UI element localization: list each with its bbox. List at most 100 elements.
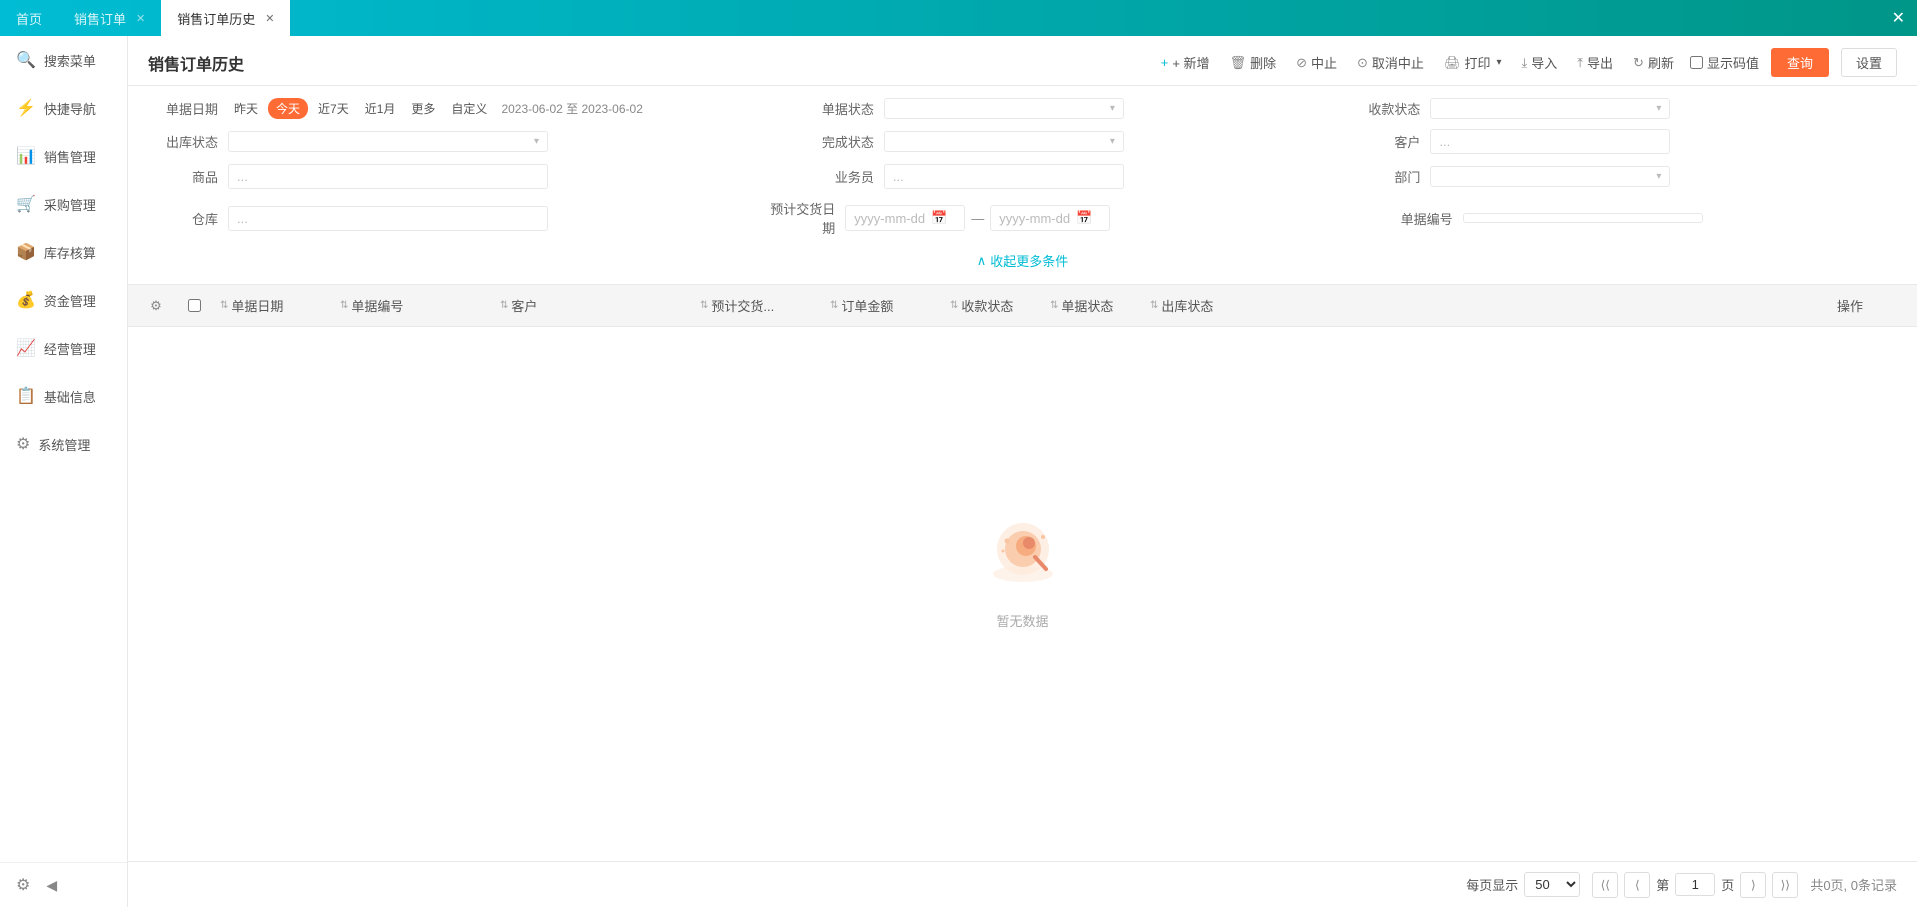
product-ellipsis: ... (237, 169, 248, 184)
th-doc-no[interactable]: ⇅ 单据编号 (332, 296, 492, 315)
delivery-date-label: 预计交货日期 (765, 199, 845, 237)
display-columns-checkbox[interactable] (1690, 56, 1703, 69)
out-status-select[interactable]: ▾ (228, 131, 548, 152)
date-tab-1month[interactable]: 近1月 (359, 98, 402, 119)
sidebar-item-system[interactable]: ⚙ 系统管理 (0, 420, 127, 468)
complete-status-arrow-icon: ▾ (1110, 136, 1115, 147)
delete-icon: 🗑 (1230, 55, 1247, 71)
filter-row-4: 仓库 ... 预计交货日期 yyyy-mm-dd 📅 — yyyy-mm-dd … (148, 199, 1897, 237)
import-label: 导入 (1531, 53, 1557, 72)
last-page-button[interactable]: ⟩⟩ (1772, 872, 1798, 898)
sidebar-item-capital[interactable]: 💰 资金管理 (0, 276, 127, 324)
page-size-label: 每页显示 (1466, 875, 1518, 894)
th-check[interactable] (176, 299, 212, 312)
th-out-status[interactable]: ⇅ 出库状态 (1142, 296, 1829, 315)
doc-no-input[interactable] (1463, 213, 1703, 223)
sidebar-item-operation[interactable]: 📈 经营管理 (0, 324, 127, 372)
product-input[interactable]: ... (228, 164, 548, 189)
receipt-status-select[interactable]: ▾ (1430, 98, 1670, 119)
prev-page-button[interactable]: ⟨ (1624, 872, 1650, 898)
tab-home[interactable]: 首页 (0, 0, 58, 36)
collapse-bar[interactable]: ∧ 收起更多条件 (148, 247, 1897, 272)
sidebar-item-basic-label: 基础信息 (44, 387, 96, 406)
tab-sales-order[interactable]: 销售订单 ✕ (58, 0, 161, 36)
department-arrow-icon: ▾ (1656, 171, 1661, 182)
filter-receipt-status-section: 收款状态 ▾ (1350, 98, 1897, 119)
sidebar-item-sales[interactable]: 📊 销售管理 (0, 132, 127, 180)
print-button[interactable]: 🖨 打印 (1440, 51, 1506, 74)
select-all-checkbox[interactable] (188, 299, 201, 312)
setting-button[interactable]: 设置 (1841, 48, 1897, 77)
th-doc-date-label: 单据日期 (231, 296, 283, 315)
sidebar-item-inventory[interactable]: 📦 库存核算 (0, 228, 127, 276)
delivery-date-to-input[interactable]: yyyy-mm-dd 📅 (990, 205, 1110, 231)
cancel-stop-icon: ⊙ (1357, 55, 1368, 71)
tab-sales-order-close[interactable]: ✕ (136, 12, 145, 25)
page-size-select[interactable]: 10 20 50 100 (1524, 872, 1580, 897)
th-customer[interactable]: ⇅ 客户 (492, 296, 692, 315)
query-button[interactable]: 查询 (1771, 48, 1829, 77)
import-button[interactable]: ⤓ 导入 (1518, 51, 1562, 74)
date-separator: — (971, 211, 984, 226)
complete-status-select[interactable]: ▾ (884, 131, 1124, 152)
window-close-icon[interactable]: ✕ (1892, 8, 1905, 28)
cancel-stop-button[interactable]: ⊙ 取消中止 (1353, 51, 1428, 74)
refresh-button[interactable]: ↻ 刷新 (1629, 51, 1678, 74)
first-page-button[interactable]: ⟨⟨ (1592, 872, 1618, 898)
calendar-to-icon[interactable]: 📅 (1076, 210, 1092, 226)
sidebar-item-capital-label: 资金管理 (44, 291, 96, 310)
page-number-input[interactable] (1675, 873, 1715, 896)
sidebar-item-purchase-label: 采购管理 (44, 195, 96, 214)
date-tab-7days[interactable]: 近7天 (312, 98, 355, 119)
th-doc-status[interactable]: ⇅ 单据状态 (1042, 296, 1142, 315)
salesperson-input[interactable]: ... (884, 164, 1124, 189)
sidebar-item-operation-label: 经营管理 (44, 339, 96, 358)
filter-doc-no-section: 单据编号 (1383, 209, 1897, 228)
sort-icon-outstatus: ⇅ (1150, 300, 1158, 311)
th-settings[interactable]: ⚙ (136, 298, 176, 314)
export-button[interactable]: ⤒ 导出 (1573, 51, 1617, 74)
stop-button[interactable]: ⊘ 中止 (1292, 51, 1341, 74)
operation-icon: 📈 (16, 338, 36, 358)
tab-sales-order-history-close[interactable]: ✕ (265, 12, 274, 25)
date-tab-custom[interactable]: 自定义 (445, 98, 493, 119)
sidebar-item-quick-nav[interactable]: ⚡ 快捷导航 (0, 84, 127, 132)
sidebar-item-inventory-label: 库存核算 (44, 243, 96, 262)
date-tab-more[interactable]: 更多 (405, 98, 441, 119)
doc-status-select[interactable]: ▾ (884, 98, 1124, 119)
sidebar-collapse-icon[interactable]: ◀ (46, 877, 57, 894)
cancel-stop-label: 取消中止 (1372, 53, 1424, 72)
content-area: 销售订单历史 + + 新增 🗑 删除 ⊘ 中止 ⊙ 取消中止 (128, 36, 1917, 907)
date-range-text: 2023-06-02 至 2023-06-02 (501, 100, 642, 117)
sort-icon-left: ⇅ (220, 300, 228, 311)
calendar-from-icon[interactable]: 📅 (931, 210, 947, 226)
filter-warehouse-section: 仓库 ... (148, 206, 765, 231)
tab-sales-order-history[interactable]: 销售订单历史 ✕ (161, 0, 290, 36)
warehouse-input[interactable]: ... (228, 206, 548, 231)
filter-row-3: 商品 ... 业务员 ... 部门 ▾ (148, 164, 1897, 189)
sidebar-item-purchase[interactable]: 🛒 采购管理 (0, 180, 127, 228)
sidebar-settings-icon[interactable]: ⚙ (16, 875, 30, 895)
display-columns-checkbox-label[interactable]: 显示码值 (1690, 53, 1759, 72)
customer-input[interactable]: ... (1430, 129, 1670, 154)
th-delivery[interactable]: ⇅ 预计交货... (692, 296, 822, 315)
doc-status-label: 单据状态 (804, 99, 884, 118)
th-amount[interactable]: ⇅ 订单金额 (822, 296, 942, 315)
next-page-button[interactable]: ⟩ (1740, 872, 1766, 898)
empty-text: 暂无数据 (996, 611, 1048, 630)
sort-icon-delivery: ⇅ (700, 300, 708, 311)
delivery-date-from-input[interactable]: yyyy-mm-dd 📅 (845, 205, 965, 231)
department-select[interactable]: ▾ (1430, 166, 1670, 187)
date-tab-today[interactable]: 今天 (268, 98, 308, 119)
date-tab-yesterday[interactable]: 昨天 (228, 98, 264, 119)
th-payment-status[interactable]: ⇅ 收款状态 (942, 296, 1042, 315)
sidebar-item-search[interactable]: 🔍 搜索菜单 (0, 36, 127, 84)
sidebar-item-basic[interactable]: 📋 基础信息 (0, 372, 127, 420)
warehouse-label: 仓库 (148, 209, 228, 228)
salesperson-ellipsis: ... (893, 169, 904, 184)
th-doc-date[interactable]: ⇅ 单据日期 (212, 296, 332, 315)
refresh-label: 刷新 (1648, 53, 1674, 72)
delete-button[interactable]: 🗑 删除 (1226, 51, 1281, 74)
new-button[interactable]: + + 新增 (1157, 51, 1214, 74)
footer-page-size: 每页显示 10 20 50 100 (1466, 872, 1580, 897)
